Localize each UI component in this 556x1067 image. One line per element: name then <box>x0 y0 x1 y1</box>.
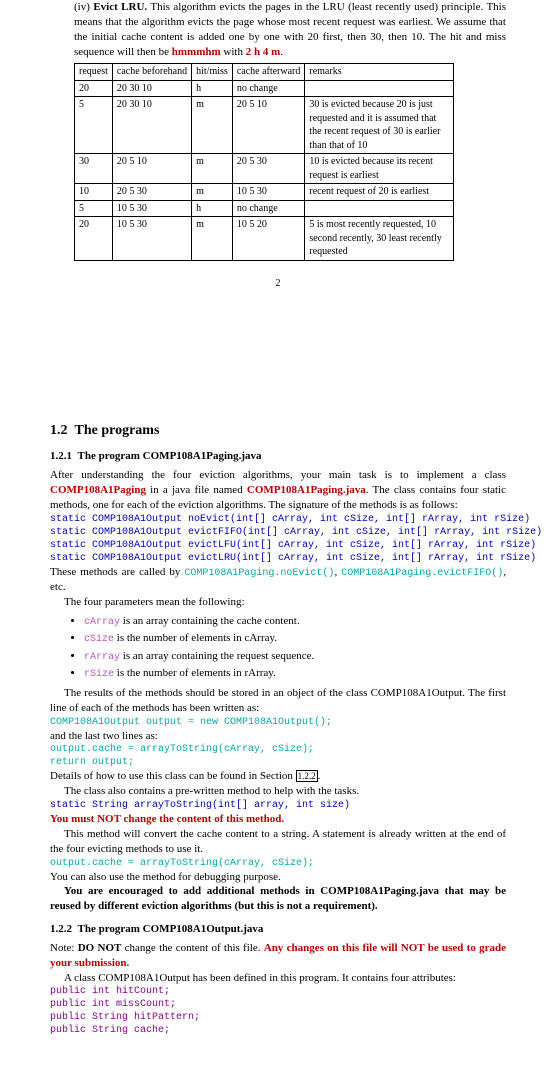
attr-hitcount: public int hitCount; <box>50 985 506 998</box>
hit-miss-seq: hmmmhm <box>172 46 221 58</box>
class-file-1: COMP108A1Paging.java <box>247 484 366 496</box>
table-row: 20 10 5 30 m 10 5 20 5 is most recently … <box>75 217 454 261</box>
attr-hitpattern: public String hitPattern; <box>50 1011 506 1024</box>
table-row: 10 20 5 30 m 10 5 30 recent request of 2… <box>75 184 454 201</box>
table-row: 30 20 5 10 m 20 5 30 10 is evicted becau… <box>75 154 454 184</box>
code-arraytostring: static String arrayToString(int[] array,… <box>50 799 506 812</box>
list-item: rArray is an array containing the reques… <box>84 649 506 665</box>
item-title: Evict LRU. <box>93 1 147 13</box>
para-results: The results of the methods should be sto… <box>50 686 506 716</box>
table-row: 20 20 30 10 h no change <box>75 80 454 97</box>
section-1-2-1: 1.2.1 The program COMP108A1Paging.java <box>50 449 506 464</box>
code-return: return output; <box>50 756 506 769</box>
col-remarks: remarks <box>305 64 454 81</box>
hit-miss-count: 2 h 4 m <box>246 46 281 58</box>
params-intro: The four parameters mean the following: <box>50 595 506 610</box>
para-prewritten: The class also contains a pre-written me… <box>50 784 506 799</box>
para-last-two: and the last two lines as: <box>50 729 506 744</box>
col-after: cache afterward <box>232 64 305 81</box>
attr-misscount: public int missCount; <box>50 998 506 1011</box>
list-item: rSize is the number of elements in rArra… <box>84 666 506 682</box>
table-row: 5 20 30 10 m 20 5 10 30 is evicted becau… <box>75 97 454 154</box>
para-class-defined: A class COMP108A1Output has been defined… <box>50 971 506 986</box>
para-note: Note: DO NOT change the content of this … <box>50 941 506 971</box>
col-before: cache beforehand <box>112 64 191 81</box>
attr-cache: public String cache; <box>50 1024 506 1037</box>
col-hitmiss: hit/miss <box>192 64 233 81</box>
code-output-cache-2: output.cache = arrayToString(cArray, cSi… <box>50 857 506 870</box>
section-1-2: 1.2 The programs <box>50 422 506 441</box>
para-debug: You can also use the method for debuggin… <box>50 870 506 885</box>
method-signatures: static COMP108A1Output noEvict(int[] cAr… <box>50 513 506 565</box>
section-ref[interactable]: 1.2.2 <box>296 770 318 782</box>
list-item: cSize is the number of elements in cArra… <box>84 631 506 647</box>
page-number: 2 <box>50 277 506 291</box>
lru-table: request cache beforehand hit/miss cache … <box>74 63 454 261</box>
para-convert: This method will convert the cache conte… <box>50 827 506 857</box>
warning-1: You must NOT change the content of this … <box>50 812 506 827</box>
table-header-row: request cache beforehand hit/miss cache … <box>75 64 454 81</box>
table-row: 5 10 5 30 h no change <box>75 200 454 217</box>
class-name-1: COMP108A1Paging <box>50 484 146 496</box>
code-output-cache: output.cache = arrayToString(cArray, cSi… <box>50 743 506 756</box>
item-iv: (iv) Evict LRU. This algorithm evicts th… <box>50 0 506 59</box>
para-intro: After understanding the four eviction al… <box>50 468 506 513</box>
code-output-new: COMP108A1Output output = new COMP108A1Ou… <box>50 716 506 729</box>
para-called-by: These methods are called by COMP108A1Pag… <box>50 565 506 595</box>
list-item: cArray is an array containing the cache … <box>84 614 506 630</box>
section-1-2-2: 1.2.2 The program COMP108A1Output.java <box>50 922 506 937</box>
para-encouraged: You are encouraged to add additional met… <box>50 884 506 914</box>
item-label: (iv) <box>74 1 90 13</box>
col-request: request <box>75 64 113 81</box>
para-details: Details of how to use this class can be … <box>50 769 506 784</box>
params-list: cArray is an array containing the cache … <box>50 614 506 682</box>
